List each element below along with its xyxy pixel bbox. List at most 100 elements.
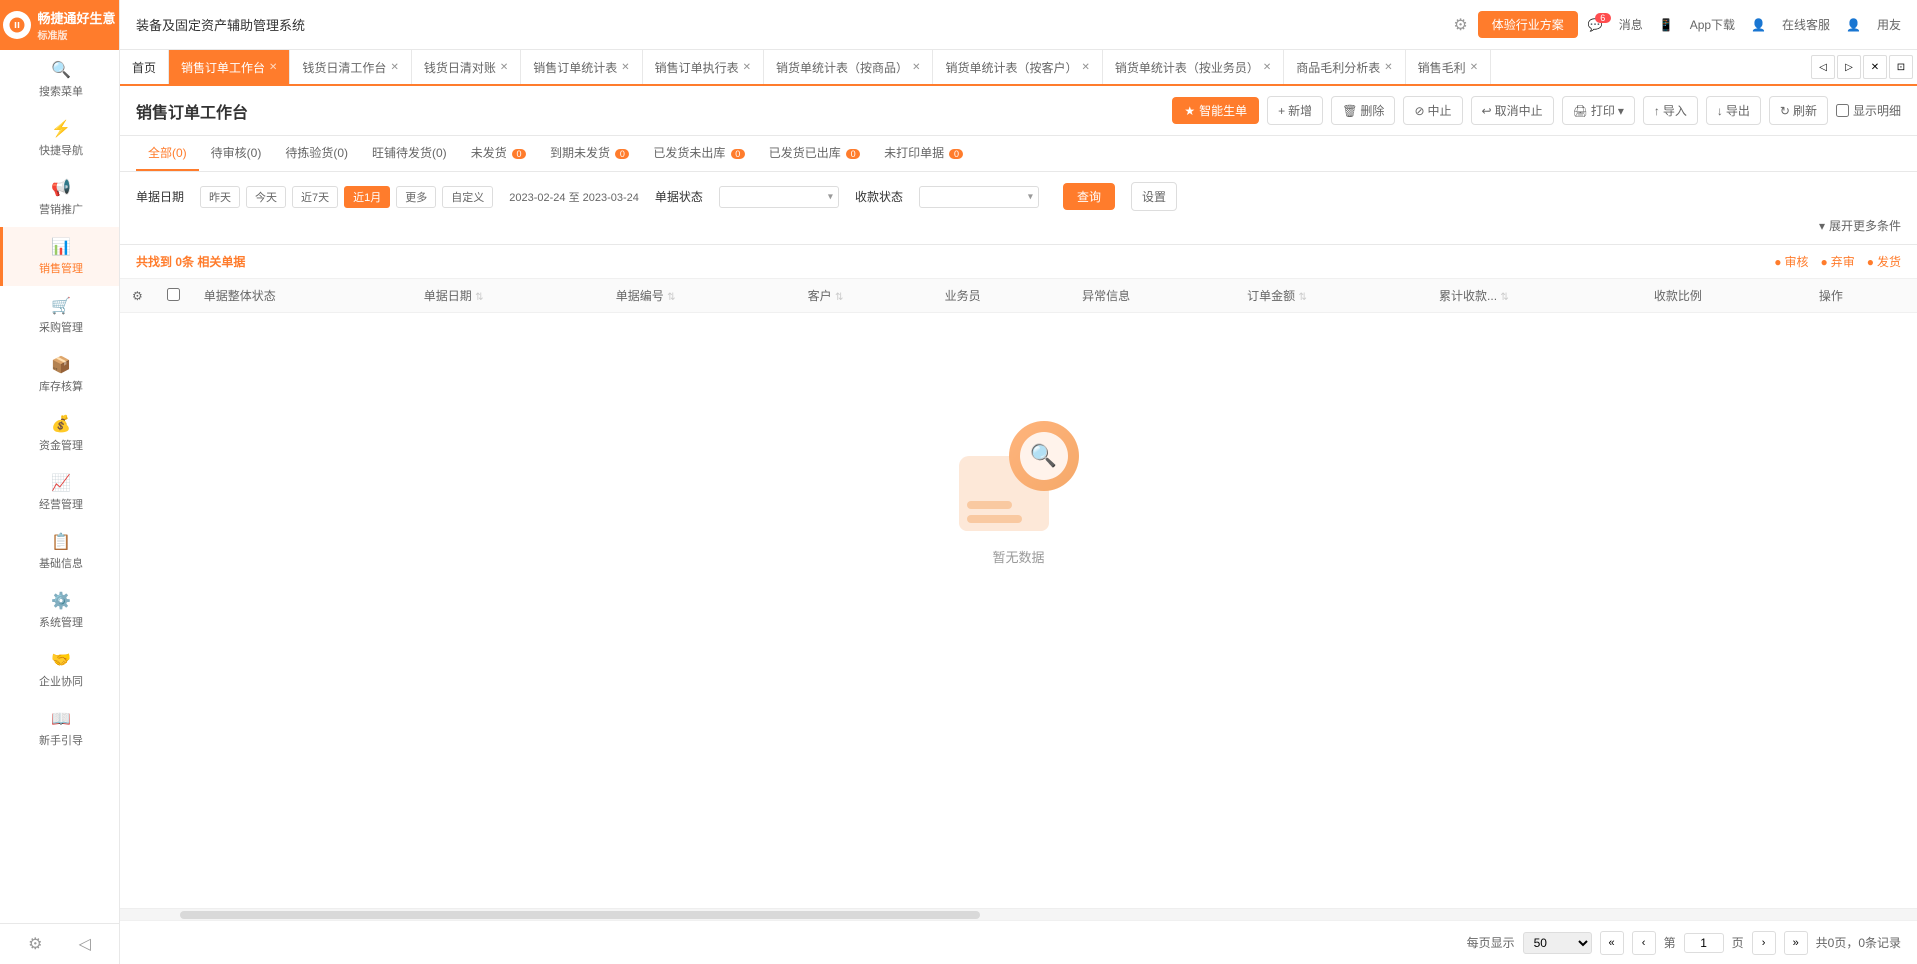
smart-create-button[interactable]: ★ 智能生单 [1172,97,1259,124]
tab-reconciliation-close-icon[interactable]: ✕ [500,62,508,73]
subtab-overdue-count: 0 [615,149,629,159]
export-button[interactable]: ↓ 导出 [1706,96,1761,125]
sidebar-item-newbie[interactable]: 📖 新手引导 [0,699,119,758]
date-btn-7days[interactable]: 近7天 [292,186,338,208]
cancel-audit-btn[interactable]: ● 弃审 [1820,253,1854,270]
page-last-btn[interactable]: » [1784,931,1808,955]
subtab-all[interactable]: 全部(0) [136,136,199,171]
subtab-shipped-not-out-count: 0 [731,149,745,159]
sidebar-item-management[interactable]: 📈 经营管理 [0,463,119,522]
date-btn-1month[interactable]: 近1月 [344,186,390,208]
delete-button[interactable]: 🗑 删除 [1331,96,1395,125]
subtab-unshipped[interactable]: 未发货 0 [459,136,538,171]
sidebar-item-quicknav[interactable]: ⚡ 快捷导航 [0,109,119,168]
page-number-input[interactable] [1684,933,1724,953]
tab-order-stats-close-icon[interactable]: ✕ [621,62,629,73]
th-settings[interactable]: ⚙ [120,279,155,313]
subtab-pending-audit[interactable]: 待审核(0) [199,136,274,171]
hscroll-thumb[interactable] [180,911,980,919]
th-date-sort-icon: ⇅ [475,292,483,303]
filter-payment-select[interactable] [919,186,1039,208]
sidebar-item-inventory[interactable]: 📦 库存核算 [0,345,119,404]
tab-daily-clear-close-icon[interactable]: ✕ [390,62,398,73]
ship-action-btn[interactable]: ● 发货 [1867,253,1901,270]
import-button[interactable]: ↑ 导入 [1643,96,1698,125]
page-first-btn[interactable]: « [1600,931,1624,955]
tab-sales-gross-close-icon[interactable]: ✕ [1470,62,1478,73]
date-btn-yesterday[interactable]: 昨天 [200,186,240,208]
tab-nav-expand[interactable]: ⊡ [1889,55,1913,79]
tab-nav-next[interactable]: ▷ [1837,55,1861,79]
sidebar-item-sales[interactable]: 📊 销售管理 [0,227,119,286]
subtab-pending-check[interactable]: 待拣验货(0) [273,136,360,171]
tab-sales-customer[interactable]: 销货单统计表（按客户） ✕ [933,50,1102,85]
th-collected[interactable]: 累计收款... ⇅ [1427,279,1642,313]
subtab-overdue-unshipped[interactable]: 到期未发货 0 [538,136,641,171]
tab-reconciliation[interactable]: 钱货日清对账 ✕ [412,50,521,85]
tab-sales-customer-close-icon[interactable]: ✕ [1081,62,1089,73]
th-date[interactable]: 单据日期 ⇅ [412,279,604,313]
tab-order-stats[interactable]: 销售订单统计表 ✕ [521,50,642,85]
subtab-unprinted[interactable]: 未打印单据 0 [872,136,975,171]
page-next-btn[interactable]: › [1752,931,1776,955]
settings-button[interactable]: 设置 [1131,182,1177,211]
sidebar-item-search[interactable]: 🔍 搜索菜单 [0,50,119,109]
tab-nav-prev[interactable]: ◁ [1811,55,1835,79]
cancel-stop-button[interactable]: ↩ 取消中止 [1471,96,1554,125]
sidebar-item-cooperation[interactable]: 🤝 企业协同 [0,640,119,699]
sidebar-item-basic[interactable]: 📋 基础信息 [0,522,119,581]
app-download-icon: 📱 [1659,18,1674,32]
show-detail-label[interactable]: 显示明细 [1836,102,1901,119]
date-btn-today[interactable]: 今天 [246,186,286,208]
refresh-button[interactable]: ↻ 刷新 [1769,96,1828,125]
th-amount[interactable]: 订单金额 ⇅ [1235,279,1427,313]
page-prev-btn[interactable]: ‹ [1632,931,1656,955]
tab-order-exec-close-icon[interactable]: ✕ [743,62,751,73]
tab-daily-clear[interactable]: 钱货日清工作台 ✕ [290,50,411,85]
solution-button[interactable]: 体验行业方案 [1478,11,1578,38]
subtab-wangpu-ship[interactable]: 旺铺待发货(0) [360,136,459,171]
th-check[interactable] [155,279,192,313]
tab-nav-close-all[interactable]: ✕ [1863,55,1887,79]
show-detail-checkbox[interactable] [1836,104,1849,117]
filter-status-select[interactable] [719,186,839,208]
online-support-label[interactable]: 在线客服 [1782,16,1830,33]
tab-home[interactable]: 首页 [120,50,169,85]
tab-gross-analysis[interactable]: 商品毛利分析表 ✕ [1284,50,1405,85]
th-customer[interactable]: 客户 ⇅ [796,279,933,313]
tab-sales-gross[interactable]: 销售毛利 ✕ [1406,50,1491,85]
query-button[interactable]: 查询 [1063,183,1115,210]
sidebar-item-marketing[interactable]: 📢 营销推广 [0,168,119,227]
user-label[interactable]: 用友 [1877,16,1901,33]
th-number[interactable]: 单据编号 ⇅ [604,279,796,313]
app-download-label[interactable]: App下载 [1690,16,1735,33]
tab-gross-analysis-close-icon[interactable]: ✕ [1384,62,1392,73]
subtab-shipped-out[interactable]: 已发货已出库 0 [757,136,872,171]
subtab-shipped-not-out[interactable]: 已发货未出库 0 [641,136,756,171]
print-button[interactable]: 🖨 打印 ▾ [1562,96,1635,125]
per-page-select[interactable]: 10 20 50 100 [1523,932,1592,954]
tab-order-exec[interactable]: 销售订单执行表 ✕ [643,50,764,85]
table-scroll[interactable]: ⚙ 单据整体状态 单据日期 ⇅ 单据编号 ⇅ [120,279,1917,908]
expand-more-btn[interactable]: ▾ 展开更多条件 [1819,217,1901,234]
tab-sales-goods-close-icon[interactable]: ✕ [912,62,920,73]
data-table: ⚙ 单据整体状态 单据日期 ⇅ 单据编号 ⇅ [120,279,1917,313]
stop-button[interactable]: ⊘ 中止 [1403,96,1462,125]
tab-sales-close-icon[interactable]: ✕ [269,62,277,73]
sidebar-item-system[interactable]: ⚙️ 系统管理 [0,581,119,640]
tab-sales-salesperson-close-icon[interactable]: ✕ [1263,62,1271,73]
topbar-gear-icon[interactable]: ⚙ [1453,15,1467,35]
message-badge[interactable]: 💬 6 [1588,18,1603,32]
tab-sales-salesperson[interactable]: 销货单统计表（按业务员） ✕ [1103,50,1284,85]
sidebar-item-purchase[interactable]: 🛒 采购管理 [0,286,119,345]
date-btn-custom[interactable]: 自定义 [442,186,493,208]
date-btn-more[interactable]: 更多 [396,186,436,208]
add-button[interactable]: + 新增 [1267,96,1323,125]
tab-sales-workbench[interactable]: 销售订单工作台 ✕ [169,50,290,85]
collapse-icon[interactable]: ◁ [79,934,91,954]
tab-sales-goods[interactable]: 销货单统计表（按商品） ✕ [764,50,933,85]
settings-bottom-icon[interactable]: ⚙ [28,934,42,954]
select-all-checkbox[interactable] [167,288,180,301]
sidebar-item-finance[interactable]: 💰 资金管理 [0,404,119,463]
audit-btn[interactable]: ● 审核 [1774,253,1808,270]
